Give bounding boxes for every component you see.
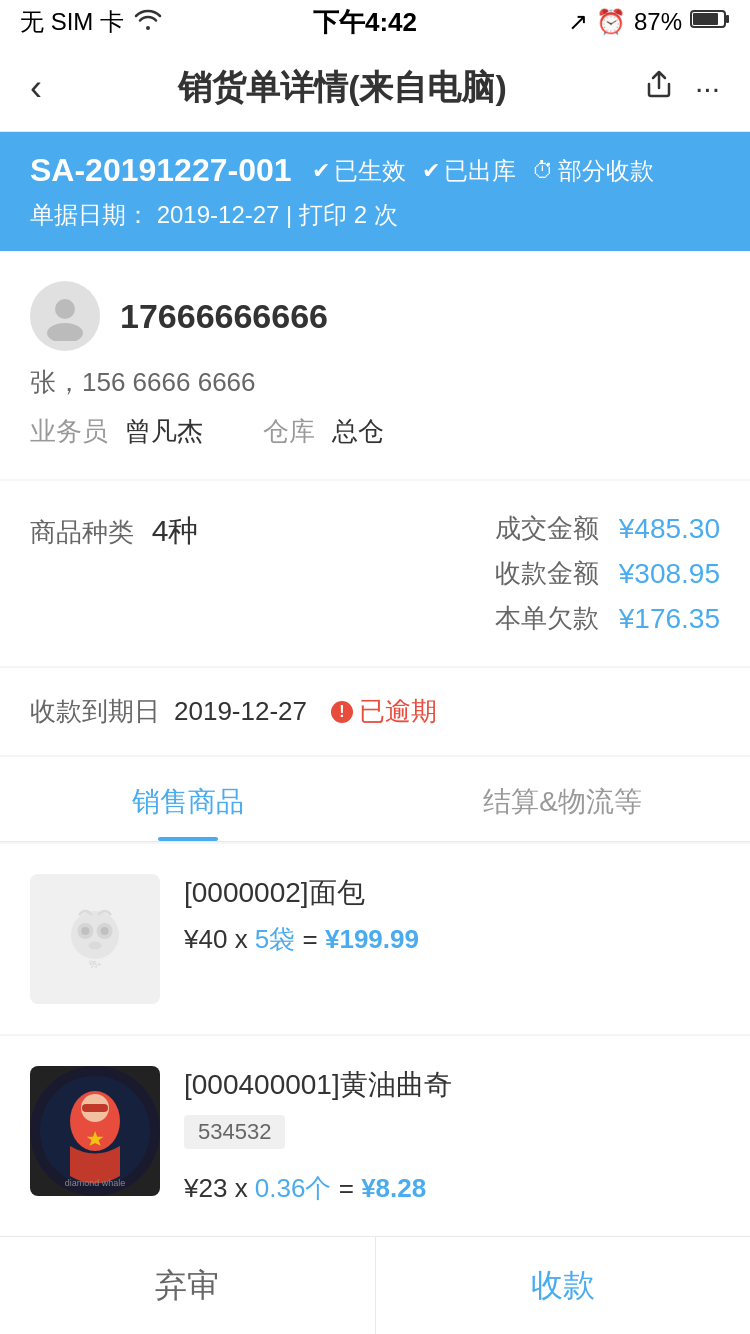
confirm-button[interactable]: 收款 bbox=[376, 1237, 751, 1334]
due-section: 收款到期日 2019-12-27 ! 已逾期 bbox=[0, 668, 750, 755]
overdue-badge: ! 已逾期 bbox=[331, 694, 437, 729]
products-container: 鸮+ [0000002]面包 ¥40 x 5袋 = ¥199.99 bbox=[0, 844, 750, 1236]
share-icon[interactable] bbox=[643, 68, 675, 107]
customer-section: 17666666666 张，156 6666 6666 业务员 曾凡杰 仓库 总… bbox=[0, 251, 750, 479]
total-price: ¥8.28 bbox=[361, 1173, 426, 1203]
product-thumbnail: diamond whale bbox=[30, 1066, 160, 1196]
category-value: 4种 bbox=[152, 514, 199, 547]
more-icon[interactable]: ··· bbox=[695, 71, 720, 105]
print-info: | 打印 2 次 bbox=[286, 201, 398, 228]
quantity: 5袋 bbox=[255, 924, 295, 954]
svg-text:鸮+: 鸮+ bbox=[89, 960, 102, 969]
order-badges: ✔ 已生效 ✔ 已出库 ⏱ 部分收款 bbox=[312, 155, 654, 187]
deal-amount-row: 成交金额 ¥485.30 bbox=[495, 511, 720, 546]
location-icon: ↗ bbox=[568, 8, 588, 36]
tabs-container: 销售商品 结算&物流等 bbox=[0, 757, 750, 842]
warehouse-field: 仓库 总仓 bbox=[263, 414, 384, 449]
deal-amount-value: ¥485.30 bbox=[619, 513, 720, 545]
avatar bbox=[30, 281, 100, 351]
list-item: diamond whale [000400001]黄油曲奇 534532 ¥23… bbox=[0, 1036, 750, 1236]
order-date-info: 单据日期： 2019-12-27 | 打印 2 次 bbox=[30, 199, 720, 231]
due-date-value: 2019-12-27 bbox=[174, 696, 307, 727]
no-sim-text: 无 SIM 卡 bbox=[20, 6, 124, 38]
svg-text:diamond whale: diamond whale bbox=[65, 1178, 126, 1188]
product-name: [000400001]黄油曲奇 bbox=[184, 1066, 720, 1104]
unit-price: ¥40 bbox=[184, 924, 227, 954]
unit-price: ¥23 bbox=[184, 1173, 227, 1203]
product-price: ¥40 x 5袋 = ¥199.99 bbox=[184, 922, 720, 957]
product-details: [0000002]面包 ¥40 x 5袋 = ¥199.99 bbox=[184, 874, 720, 957]
summary-section: 商品种类 4种 成交金额 ¥485.30 收款金额 ¥308.95 本单欠款 ¥… bbox=[0, 481, 750, 666]
badge-partial-payment: ⏱ 部分收款 bbox=[532, 155, 654, 187]
nav-bar: ‹ 销货单详情(来自电脑) ··· bbox=[0, 44, 750, 132]
badge-activated: ✔ 已生效 bbox=[312, 155, 406, 187]
debt-row: 本单欠款 ¥176.35 bbox=[495, 601, 720, 636]
svg-rect-1 bbox=[693, 13, 718, 25]
customer-info: 张，156 6666 6666 bbox=[30, 365, 720, 400]
warehouse-label: 仓库 bbox=[263, 416, 315, 446]
svg-point-3 bbox=[55, 299, 75, 319]
svg-point-10 bbox=[89, 941, 102, 949]
badge-shipped: ✔ 已出库 bbox=[422, 155, 516, 187]
status-left: 无 SIM 卡 bbox=[20, 6, 162, 38]
battery-text: 87% bbox=[634, 8, 682, 36]
svg-point-5 bbox=[71, 911, 119, 959]
svg-rect-16 bbox=[82, 1104, 108, 1112]
svg-rect-2 bbox=[726, 15, 729, 23]
alarm-icon: ⏰ bbox=[596, 8, 626, 36]
product-sku: 534532 bbox=[184, 1115, 285, 1149]
svg-point-9 bbox=[101, 927, 109, 935]
header-card: SA-20191227-001 ✔ 已生效 ✔ 已出库 ⏱ 部分收款 单据日期：… bbox=[0, 132, 750, 251]
tab-sales-products[interactable]: 销售商品 bbox=[0, 757, 375, 841]
debt-amount-value: ¥176.35 bbox=[619, 603, 720, 635]
receipt-amount-row: 收款金额 ¥308.95 bbox=[495, 556, 720, 591]
salesperson-value: 曾凡杰 bbox=[125, 416, 203, 446]
nav-actions: ··· bbox=[643, 68, 720, 107]
salesperson-field: 业务员 曾凡杰 bbox=[30, 414, 203, 449]
product-thumbnail: 鸮+ bbox=[30, 874, 160, 1004]
list-item: 鸮+ [0000002]面包 ¥40 x 5袋 = ¥199.99 bbox=[0, 844, 750, 1034]
svg-point-8 bbox=[81, 927, 89, 935]
receipt-amount-label: 收款金额 bbox=[495, 556, 599, 591]
quantity: 0.36个 bbox=[255, 1173, 332, 1203]
status-right: ↗ ⏰ 87% bbox=[568, 8, 730, 36]
status-time: 下午4:42 bbox=[313, 5, 417, 40]
back-button[interactable]: ‹ bbox=[30, 67, 42, 109]
customer-name: 17666666666 bbox=[120, 297, 328, 336]
summary-left: 商品种类 4种 bbox=[30, 511, 198, 552]
battery-icon bbox=[690, 8, 730, 36]
status-bar: 无 SIM 卡 下午4:42 ↗ ⏰ 87% bbox=[0, 0, 750, 44]
order-id: SA-20191227-001 bbox=[30, 152, 292, 189]
tabs: 销售商品 结算&物流等 bbox=[0, 757, 750, 842]
wifi-icon bbox=[134, 8, 162, 36]
total-price: ¥199.99 bbox=[325, 924, 419, 954]
date-label: 单据日期： bbox=[30, 201, 150, 228]
svg-point-4 bbox=[47, 323, 83, 341]
receipt-amount-value: ¥308.95 bbox=[619, 558, 720, 590]
tab-settlement[interactable]: 结算&物流等 bbox=[375, 757, 750, 841]
due-date-label: 收款到期日 bbox=[30, 694, 160, 729]
bottom-bar: 弃审 收款 bbox=[0, 1236, 750, 1334]
product-price: ¥23 x 0.36个 = ¥8.28 bbox=[184, 1171, 720, 1206]
overdue-text: 已逾期 bbox=[359, 694, 437, 729]
customer-meta: 业务员 曾凡杰 仓库 总仓 bbox=[30, 414, 720, 449]
product-details: [000400001]黄油曲奇 534532 ¥23 x 0.36个 = ¥8.… bbox=[184, 1066, 720, 1206]
debt-label: 本单欠款 bbox=[495, 601, 599, 636]
overdue-icon: ! bbox=[331, 701, 353, 723]
salesperson-label: 业务员 bbox=[30, 416, 108, 446]
category-label: 商品种类 bbox=[30, 517, 134, 547]
cancel-button[interactable]: 弃审 bbox=[0, 1237, 376, 1334]
summary-right: 成交金额 ¥485.30 收款金额 ¥308.95 本单欠款 ¥176.35 bbox=[495, 511, 720, 636]
page-title: 销货单详情(来自电脑) bbox=[178, 65, 507, 111]
warehouse-value: 总仓 bbox=[332, 416, 384, 446]
order-date: 2019-12-27 bbox=[157, 201, 280, 228]
product-name: [0000002]面包 bbox=[184, 874, 720, 912]
deal-amount-label: 成交金额 bbox=[495, 511, 599, 546]
